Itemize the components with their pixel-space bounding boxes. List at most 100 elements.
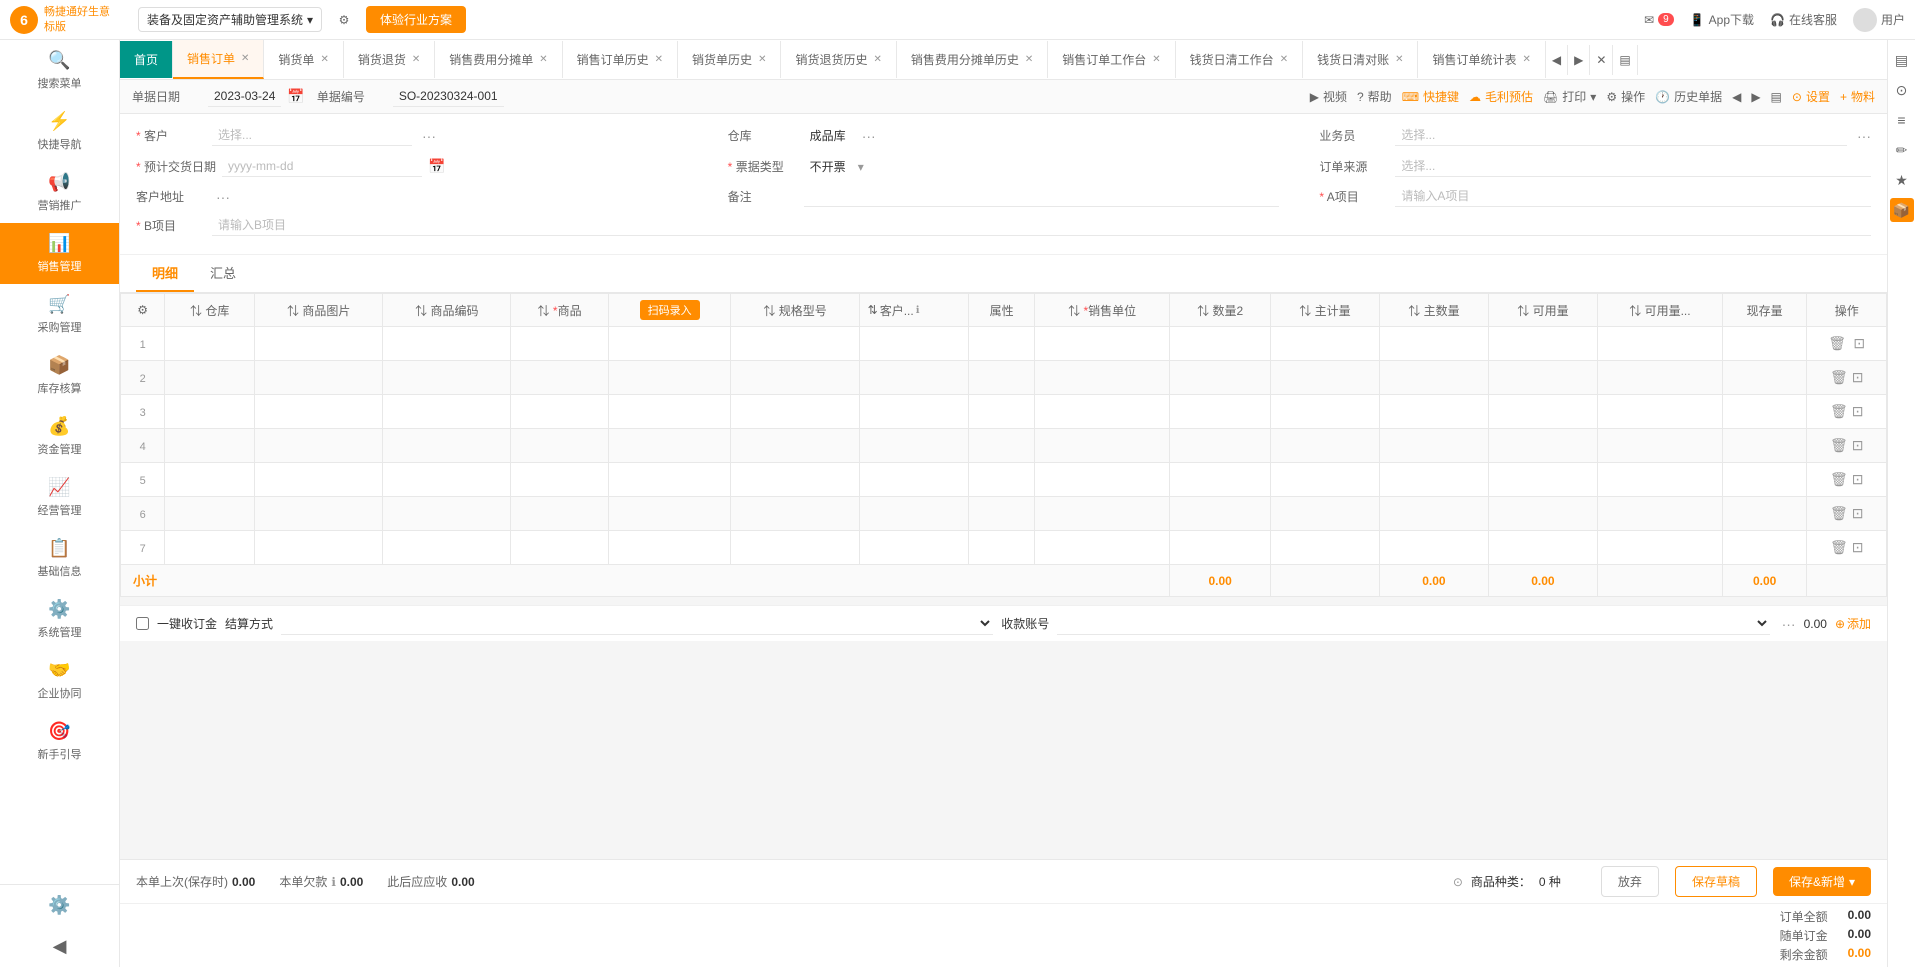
calendar-icon[interactable]: 📅: [287, 88, 304, 105]
grid-view-button[interactable]: ▤: [1771, 90, 1782, 104]
add-material-button[interactable]: + 物料: [1840, 88, 1875, 105]
info-icon[interactable]: ℹ: [331, 875, 336, 889]
tab-summary[interactable]: 汇总: [194, 255, 252, 292]
help-button[interactable]: ? 帮助: [1357, 88, 1392, 105]
right-tool-list[interactable]: ≡: [1890, 108, 1914, 132]
add-payment-button[interactable]: ⊕ 添加: [1835, 615, 1871, 632]
operation-button[interactable]: ⚙ 操作: [1606, 88, 1645, 105]
row-delete-button[interactable]: 🗑: [1828, 367, 1850, 388]
tab-close-icon[interactable]: ✕: [1395, 54, 1403, 65]
row-delete-button[interactable]: 🗑: [1828, 503, 1850, 524]
row-qty2-1[interactable]: [1170, 327, 1271, 361]
delivery-input[interactable]: [222, 156, 422, 177]
order-source-input[interactable]: [1395, 156, 1871, 177]
message-button[interactable]: ✉ 9: [1644, 13, 1674, 27]
staff-input[interactable]: [1395, 125, 1847, 146]
address-more-icon[interactable]: ···: [216, 189, 230, 205]
tab-close-icon[interactable]: ✕: [1280, 54, 1288, 65]
sidebar-item-finance[interactable]: 💰 资金管理: [0, 406, 119, 467]
row-code-1[interactable]: [383, 327, 511, 361]
tab-close-all-button[interactable]: ✕: [1590, 45, 1613, 75]
system-selector[interactable]: 装备及固定资产辅助管理系统 ▾: [138, 7, 322, 32]
tab-menu-button[interactable]: ▤: [1613, 45, 1637, 75]
customer-more-icon[interactable]: ···: [422, 128, 436, 144]
deposit-checkbox[interactable]: [136, 617, 149, 630]
right-tool-box[interactable]: 📦: [1890, 198, 1914, 222]
sidebar-item-purchase[interactable]: 🛒 采购管理: [0, 284, 119, 345]
sidebar-item-search[interactable]: 🔍 搜索菜单: [0, 40, 119, 101]
row-copy-button[interactable]: ⊡: [1850, 469, 1866, 490]
row-delete-button[interactable]: 🗑: [1828, 469, 1850, 490]
row-available-1[interactable]: [1488, 327, 1597, 361]
warehouse-more-icon[interactable]: ···: [862, 128, 876, 144]
row-customer-code-1[interactable]: [859, 327, 969, 361]
tab-close-icon[interactable]: ✕: [241, 53, 249, 64]
tab-close-icon[interactable]: ✕: [873, 54, 881, 65]
row-attr-1[interactable]: [969, 327, 1034, 361]
right-tool-edit[interactable]: ✏: [1890, 138, 1914, 162]
sidebar-item-marketing[interactable]: 📢 营销推广: [0, 162, 119, 223]
tab-close-icon[interactable]: ✕: [655, 54, 663, 65]
scroll-bar[interactable]: [120, 597, 1887, 605]
app-download-button[interactable]: 📱 App下载: [1690, 11, 1754, 28]
row-copy-button[interactable]: ⊡: [1850, 367, 1866, 388]
row-available2-1[interactable]: [1597, 327, 1722, 361]
sidebar-item-operations[interactable]: 📈 经营管理: [0, 467, 119, 528]
row-stock-1[interactable]: [1722, 327, 1807, 361]
sidebar-item-collab[interactable]: 🤝 企业协同: [0, 650, 119, 711]
delivery-calendar-icon[interactable]: 📅: [428, 158, 445, 175]
tab-prev-button[interactable]: ◀: [1546, 45, 1568, 75]
sidebar-item-sales[interactable]: 📊 销售管理: [0, 223, 119, 284]
tab-close-icon[interactable]: ✕: [1025, 54, 1033, 65]
row-copy-button[interactable]: ⊡: [1851, 333, 1867, 354]
row-main-qty-1[interactable]: [1379, 327, 1488, 361]
tab-order-workbench[interactable]: 销售订单工作台 ✕: [1048, 41, 1175, 78]
row-main-unit-1[interactable]: [1270, 327, 1379, 361]
col-settings-header[interactable]: ⚙: [121, 294, 165, 327]
staff-more-icon[interactable]: ···: [1857, 128, 1871, 144]
sidebar-item-system[interactable]: ⚙️ 系统管理: [0, 589, 119, 650]
tab-close-icon[interactable]: ✕: [412, 54, 420, 65]
remark-input[interactable]: [804, 186, 1280, 207]
row-copy-button[interactable]: ⊡: [1850, 401, 1866, 422]
row-spec-1[interactable]: [731, 327, 859, 361]
industry-button[interactable]: 体验行业方案: [366, 6, 466, 33]
b-project-input[interactable]: [212, 215, 1871, 236]
info-icon[interactable]: ℹ: [916, 305, 920, 316]
nav-next-button[interactable]: ▶: [1751, 90, 1760, 104]
row-delete-button[interactable]: 🗑: [1828, 537, 1850, 558]
row-delete-button[interactable]: 🗑: [1826, 333, 1848, 354]
settings-button[interactable]: ⊙ 设置: [1792, 88, 1830, 105]
row-delete-button[interactable]: 🗑: [1828, 435, 1850, 456]
tab-close-icon[interactable]: ✕: [1152, 54, 1160, 65]
row-copy-button[interactable]: ⊡: [1850, 503, 1866, 524]
tab-detail[interactable]: 明细: [136, 255, 194, 292]
row-delete-button[interactable]: 🗑: [1828, 401, 1850, 422]
tab-return[interactable]: 销货退货 ✕: [344, 41, 435, 78]
customer-input[interactable]: [212, 125, 412, 146]
tab-close-icon[interactable]: ✕: [1523, 54, 1531, 65]
tab-close-icon[interactable]: ✕: [758, 54, 766, 65]
row-image-1[interactable]: [255, 327, 383, 361]
tab-next-button[interactable]: ▶: [1568, 45, 1590, 75]
user-button[interactable]: 用户: [1853, 8, 1905, 32]
invoice-dropdown-icon[interactable]: ▾: [858, 160, 864, 174]
scan-button[interactable]: 扫码录入: [640, 300, 700, 320]
sidebar-item-quicknav[interactable]: ⚡ 快捷导航: [0, 101, 119, 162]
method-select[interactable]: [281, 612, 993, 635]
a-project-input[interactable]: [1395, 186, 1871, 207]
right-tool-layout[interactable]: ▤: [1890, 48, 1914, 72]
tab-order-history[interactable]: 销售订单历史 ✕: [563, 41, 678, 78]
save-new-button[interactable]: 保存&新增 ▾: [1773, 867, 1871, 896]
row-copy-button[interactable]: ⊡: [1850, 537, 1866, 558]
shortcut-button[interactable]: ⌨ 快捷键: [1402, 88, 1459, 105]
tab-fee-history[interactable]: 销售费用分摊单历史 ✕: [897, 41, 1048, 78]
nav-prev-button[interactable]: ◀: [1732, 90, 1741, 104]
right-tool-star[interactable]: ★: [1890, 168, 1914, 192]
online-service-button[interactable]: 🎧 在线客服: [1770, 11, 1837, 28]
view-button[interactable]: ▶ 视频: [1310, 88, 1347, 105]
row-warehouse-1[interactable]: [165, 327, 255, 361]
save-draft-button[interactable]: 保存草稿: [1675, 866, 1757, 897]
tab-home[interactable]: 首页: [120, 41, 173, 78]
tab-fee[interactable]: 销售费用分摊单 ✕: [435, 41, 562, 78]
